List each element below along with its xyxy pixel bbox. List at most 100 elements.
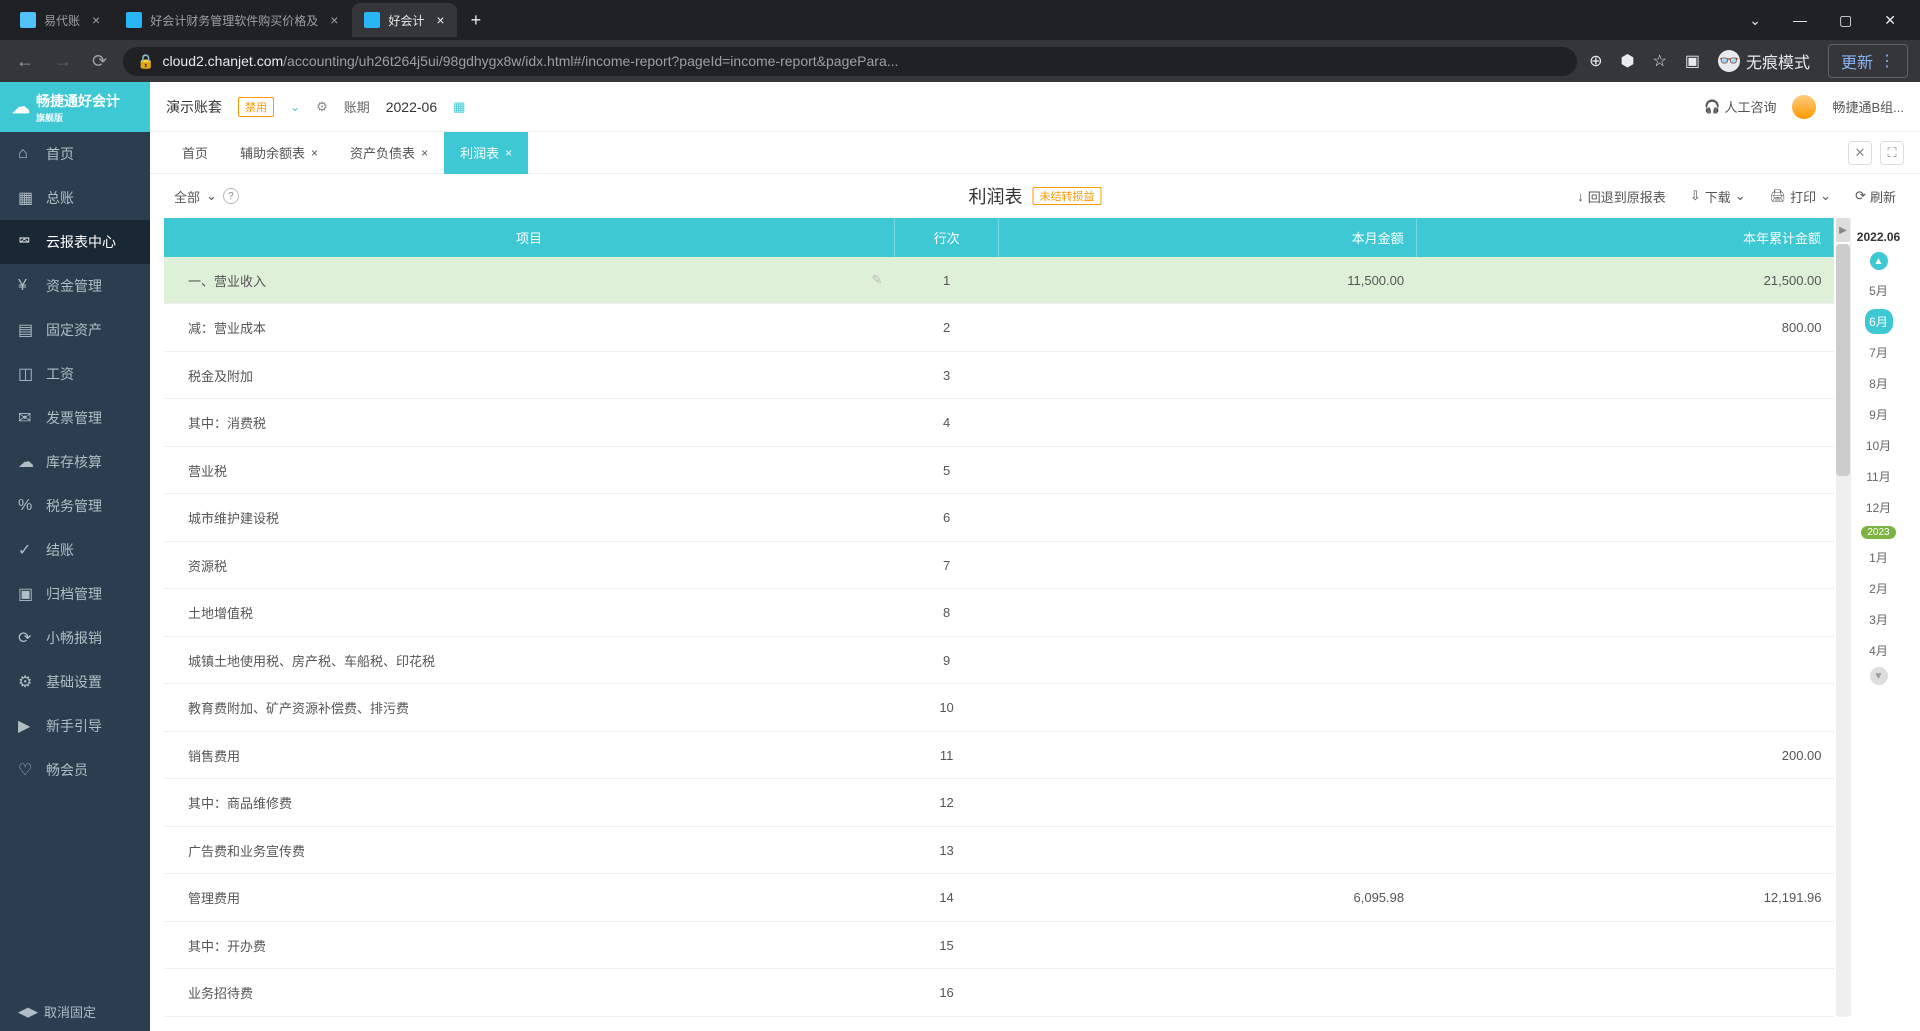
lock-icon: 🔒 [137, 53, 154, 70]
timeline-month[interactable]: 8月 [1865, 371, 1893, 396]
timeline-month[interactable]: 2月 [1869, 576, 1888, 601]
user-name[interactable]: 畅捷通B组... [1832, 97, 1904, 116]
scrollbar-thumb[interactable] [1836, 244, 1850, 476]
table-row[interactable]: 减：营业成本 2 800.00 [164, 304, 1834, 352]
app-logo[interactable]: ☁ 畅捷通好会计 旗舰版 [0, 82, 150, 132]
table-row[interactable]: 其中：开办费 15 [164, 921, 1834, 969]
table-row[interactable]: 管理费用 14 6,095.98 12,191.96 [164, 874, 1834, 922]
period-value[interactable]: 2022-06 [386, 99, 437, 115]
table-row[interactable]: 其中：商品维修费 12 [164, 779, 1834, 827]
sidebar-item-资金管理[interactable]: ¥资金管理 [0, 264, 150, 308]
timeline-month[interactable]: 4月 [1869, 638, 1888, 663]
month-timeline: 2022.06 ▲ 5月6月7月8月9月10月11月12月 2023 1月2月3… [1850, 218, 1906, 1017]
edit-icon[interactable]: ✎ [872, 272, 883, 288]
timeline-month[interactable]: 5月 [1865, 278, 1893, 303]
tab-利润表[interactable]: 利润表× [444, 132, 528, 174]
sidebar-item-新手引导[interactable]: ▶新手引导 [0, 704, 150, 748]
print-button[interactable]: 🖨 打印 ⌄ [1770, 187, 1831, 206]
sidebar-item-总账[interactable]: ▦总账 [0, 176, 150, 220]
table-row[interactable]: 业务招待费 16 [164, 969, 1834, 1017]
table-row[interactable]: 税金及附加 3 [164, 351, 1834, 399]
cell-item: 管理费用 [164, 874, 894, 922]
table-row[interactable]: 一、营业收入✎ 1 11,500.00 21,500.00 [164, 257, 1834, 304]
timeline-month[interactable]: 1月 [1869, 545, 1888, 570]
timeline-month[interactable]: 11月 [1865, 464, 1893, 489]
browser-tab[interactable]: 易代账 × [8, 3, 112, 37]
sidebar-item-畅会员[interactable]: ♡畅会员 [0, 748, 150, 792]
timeline-month[interactable]: 3月 [1869, 607, 1888, 632]
sidebar-item-税务管理[interactable]: %税务管理 [0, 484, 150, 528]
tab-资产负债表[interactable]: 资产负债表× [334, 132, 444, 174]
filter-dropdown[interactable]: 全部 ⌄ ? [174, 187, 239, 206]
update-button[interactable]: 更新 ⋮ [1828, 44, 1908, 78]
sidebar-item-发票管理[interactable]: ✉发票管理 [0, 396, 150, 440]
sidebar-unpin[interactable]: ◀▶ 取消固定 [0, 992, 150, 1031]
vertical-scrollbar[interactable] [1836, 244, 1850, 1017]
close-window-icon[interactable]: ✕ [1868, 12, 1912, 29]
sidebar-item-云报表中心[interactable]: ⮹云报表中心 [0, 220, 150, 264]
refresh-button[interactable]: ⟳ 刷新 [1855, 187, 1896, 206]
timeline-month[interactable]: 7月 [1865, 340, 1893, 365]
table-row[interactable]: 城市维护建设税 6 [164, 494, 1834, 542]
table-row[interactable]: 土地增值税 8 [164, 589, 1834, 637]
avatar[interactable] [1792, 95, 1816, 119]
timeline-month[interactable]: 6月 [1865, 309, 1893, 334]
menu-icon: ▦ [18, 188, 36, 208]
sidebar-item-结账[interactable]: ✓结账 [0, 528, 150, 572]
timeline-month[interactable]: 9月 [1865, 402, 1893, 427]
table-row[interactable]: 资源税 7 [164, 541, 1834, 589]
sidebar-item-固定资产[interactable]: ▤固定资产 [0, 308, 150, 352]
browser-tab[interactable]: 好会计财务管理软件购买价格及 × [114, 3, 350, 37]
timeline-down-button[interactable]: ▼ [1870, 667, 1888, 685]
close-icon[interactable]: × [421, 146, 428, 160]
help-icon[interactable]: ? [223, 188, 239, 204]
calendar-icon[interactable]: ▦ [453, 99, 465, 115]
close-icon[interactable]: × [311, 146, 318, 160]
cell-year [1416, 494, 1833, 542]
new-tab-button[interactable]: + [459, 10, 494, 31]
url-bar[interactable]: 🔒 cloud2.chanjet.com/accounting/uh26t264… [123, 47, 1577, 76]
close-icon[interactable]: × [505, 146, 512, 160]
close-all-tabs-button[interactable]: ✕ [1848, 141, 1872, 165]
cell-item: 税金及附加 [164, 351, 894, 399]
tab-首页[interactable]: 首页 [166, 132, 224, 174]
minimize-icon[interactable]: — [1777, 12, 1823, 28]
consult-button[interactable]: 🎧 人工咨询 [1704, 97, 1776, 116]
table-row[interactable]: 其中：消费税 4 [164, 399, 1834, 447]
reload-button[interactable]: ⟳ [88, 47, 111, 76]
timeline-month[interactable]: 10月 [1865, 433, 1893, 458]
sidebar-item-首页[interactable]: ⌂首页 [0, 132, 150, 176]
bookmark-icon[interactable]: ☆ [1653, 51, 1667, 71]
browser-tab-active[interactable]: 好会计 × [352, 3, 456, 37]
table-row[interactable]: 教育费附加、矿产资源补偿费、排污费 10 [164, 684, 1834, 732]
extension-icon[interactable]: ⬢ [1621, 51, 1635, 71]
tab-辅助余额表[interactable]: 辅助余额表× [224, 132, 334, 174]
sidebar-item-小畅报销[interactable]: ⟳小畅报销 [0, 616, 150, 660]
extensions-menu-icon[interactable]: ▣ [1685, 51, 1700, 71]
chevron-down-icon[interactable]: ⌄ [290, 100, 300, 114]
fullscreen-button[interactable]: ⛶ [1880, 141, 1904, 165]
forward-button[interactable]: → [50, 47, 76, 76]
scroll-right-button[interactable]: ▶ [1836, 218, 1850, 242]
zoom-icon[interactable]: ⊕ [1589, 51, 1602, 71]
timeline-up-button[interactable]: ▲ [1870, 252, 1888, 270]
sidebar-item-工资[interactable]: ◫工资 [0, 352, 150, 396]
table-row[interactable]: 营业税 5 [164, 446, 1834, 494]
chevron-down-icon[interactable]: ⌄ [1733, 12, 1777, 29]
timeline-month[interactable]: 12月 [1865, 495, 1893, 520]
close-icon[interactable]: × [330, 12, 338, 28]
sidebar-item-库存核算[interactable]: ☁库存核算 [0, 440, 150, 484]
account-name[interactable]: 演示账套 [166, 97, 222, 117]
close-icon[interactable]: × [92, 12, 100, 28]
back-button[interactable]: ← [12, 47, 38, 76]
sidebar-item-归档管理[interactable]: ▣归档管理 [0, 572, 150, 616]
download-button[interactable]: ⇩ 下载 ⌄ [1690, 187, 1746, 206]
rollback-button[interactable]: ↓ 回退到原报表 [1577, 187, 1666, 206]
close-icon[interactable]: × [436, 12, 444, 28]
table-row[interactable]: 城镇土地使用税、房产税、车船税、印花税 9 [164, 636, 1834, 684]
sidebar-item-基础设置[interactable]: ⚙基础设置 [0, 660, 150, 704]
table-row[interactable]: 广告费和业务宣传费 13 [164, 826, 1834, 874]
maximize-icon[interactable]: ▢ [1823, 12, 1868, 29]
gear-icon[interactable]: ⚙ [316, 99, 328, 115]
table-row[interactable]: 销售费用 11 200.00 [164, 731, 1834, 779]
